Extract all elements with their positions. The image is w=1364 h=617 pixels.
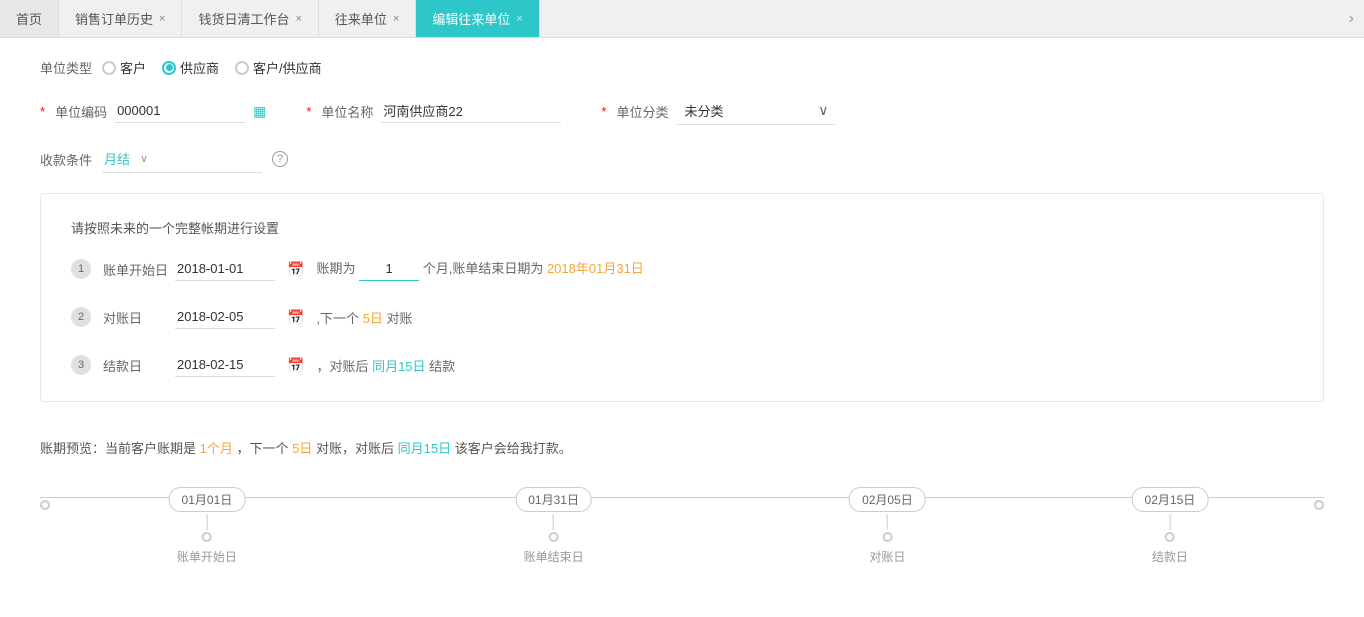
close-icon[interactable]: × [159, 13, 165, 25]
unit-category-label: 单位分类 [616, 102, 668, 121]
unit-type-radio-group: 客户 供应商 客户/供应商 [102, 58, 322, 77]
period-label-2: 对账日 [103, 308, 163, 327]
tab-cash-ledger[interactable]: 钱货日清工作台 × [182, 0, 318, 37]
page-content: 单位类型 客户 供应商 客户/供应商 * 单位编码 ▦ * [0, 38, 1364, 617]
payment-condition-value: 月结 [104, 149, 130, 168]
timeline-badge-4: 02月15日 [1132, 487, 1209, 512]
unit-info-row: * 单位编码 ▦ * 单位名称 * 单位分类 未分类 ∨ [40, 97, 1324, 125]
unit-code-calendar-icon[interactable]: ▦ [253, 103, 266, 120]
calendar-icon-1[interactable]: 📅 [287, 261, 304, 278]
close-icon[interactable]: × [516, 13, 522, 25]
radio-circle-customer [102, 61, 116, 75]
timeline-left-dot [40, 500, 50, 510]
unit-category-select[interactable]: 未分类 ∨ [676, 97, 836, 125]
radio-circle-supplier [162, 61, 176, 75]
timeline-dot-1 [202, 532, 212, 542]
unit-type-label: 单位类型 [40, 58, 92, 77]
timeline-sublabel-1: 账单开始日 [177, 548, 237, 565]
timeline-dot-3 [882, 532, 892, 542]
tab-sales-order-history[interactable]: 销售订单历史 × [59, 0, 182, 37]
period-reconcile-date-input[interactable] [175, 305, 275, 329]
timeline-dot-4 [1165, 532, 1175, 542]
timeline-right-dot [1314, 500, 1324, 510]
preview-months-highlight: 1个月 [200, 441, 233, 456]
unit-code-group: * 单位编码 ▦ [40, 99, 266, 123]
radio-label-supplier: 供应商 [180, 58, 219, 77]
unit-name-group: * 单位名称 [306, 99, 561, 123]
period-row-num-2: 2 [71, 307, 91, 327]
help-icon[interactable]: ? [272, 151, 288, 167]
unit-name-input[interactable] [381, 99, 561, 123]
period-start-date-input[interactable] [175, 257, 275, 281]
period-row-3: 3 结款日 📅 ，对账后 同月15日 结款 [71, 353, 1293, 377]
period-row-1: 1 账单开始日 📅 账期为 个月,账单结束日期为 2018年01月31日 [71, 257, 1293, 281]
radio-label-customer: 客户 [120, 58, 146, 77]
period-reconcile-day-highlight: 5日 [363, 311, 383, 326]
timeline-sublabel-4: 结款日 [1152, 548, 1188, 565]
unit-name-label: 单位名称 [321, 102, 373, 121]
radio-label-both: 客户/供应商 [253, 58, 322, 77]
unit-category-group: * 单位分类 未分类 ∨ [601, 97, 836, 125]
payment-condition-label: 收款条件 [40, 150, 92, 169]
chevron-down-icon: ∨ [140, 152, 148, 165]
close-icon[interactable]: × [295, 13, 301, 25]
preview-day1-highlight: 5日 [292, 441, 312, 456]
unit-code-input[interactable] [115, 99, 245, 123]
payment-condition-row: 收款条件 月结 ∨ ? [40, 145, 1324, 173]
tab-bar: 首页 销售订单历史 × 钱货日清工作台 × 往来单位 × 编辑往来单位 × › [0, 0, 1364, 38]
tab-counterpart[interactable]: 往来单位 × [319, 0, 416, 37]
period-desc-3: ，对账后 同月15日 结款 [316, 356, 455, 375]
preview-day2-highlight: 同月15日 [398, 441, 451, 456]
timeline-sublabel-2: 账单结束日 [524, 548, 584, 565]
timeline-point-4: 02月15日 结款日 [1132, 487, 1209, 565]
period-label-1: 账单开始日 [103, 260, 163, 279]
radio-circle-both [235, 61, 249, 75]
tab-more-button[interactable]: › [1339, 0, 1364, 37]
period-label-3: 结款日 [103, 356, 163, 375]
radio-customer[interactable]: 客户 [102, 58, 146, 77]
timeline-badge-2: 01月31日 [515, 487, 592, 512]
tab-home[interactable]: 首页 [0, 0, 59, 37]
timeline-points: 01月01日 账单开始日 01月31日 账单结束日 02月05日 对账日 [40, 487, 1324, 567]
period-row-num-3: 3 [71, 355, 91, 375]
timeline-point-1: 01月01日 账单开始日 [169, 487, 246, 565]
preview-text: 账期预览：当前客户账期是 1个月 ，下一个 5日 对账，对账后 同月15日 该客… [40, 422, 1324, 477]
tab-edit-counterpart[interactable]: 编辑往来单位 × [416, 0, 539, 37]
period-card: 请按照未来的一个完整帐期进行设置 1 账单开始日 📅 账期为 个月,账单结束日期… [40, 193, 1324, 402]
timeline-sublabel-3: 对账日 [869, 548, 905, 565]
period-end-date-highlight: 2018年01月31日 [547, 261, 644, 276]
period-desc-1: 账期为 个月,账单结束日期为 2018年01月31日 [316, 257, 643, 281]
unit-code-label: 单位编码 [55, 102, 107, 121]
timeline-badge-3: 02月05日 [849, 487, 926, 512]
unit-category-value: 未分类 [684, 101, 723, 120]
period-payment-day-highlight: 同月15日 [372, 359, 425, 374]
period-card-title: 请按照未来的一个完整帐期进行设置 [71, 218, 1293, 237]
period-months-input[interactable] [359, 257, 419, 281]
period-row-2: 2 对账日 📅 ,下一个 5日 对账 [71, 305, 1293, 329]
period-payment-date-input[interactable] [175, 353, 275, 377]
close-icon[interactable]: × [393, 13, 399, 25]
timeline-dot-2 [549, 532, 559, 542]
timeline-point-3: 02月05日 对账日 [849, 487, 926, 565]
timeline-badge-1: 01月01日 [169, 487, 246, 512]
unit-type-row: 单位类型 客户 供应商 客户/供应商 [40, 58, 1324, 77]
radio-both[interactable]: 客户/供应商 [235, 58, 322, 77]
calendar-icon-3[interactable]: 📅 [287, 357, 304, 374]
chevron-down-icon: ∨ [818, 102, 828, 119]
period-row-num-1: 1 [71, 259, 91, 279]
calendar-icon-2[interactable]: 📅 [287, 309, 304, 326]
radio-supplier[interactable]: 供应商 [162, 58, 219, 77]
timeline-point-2: 01月31日 账单结束日 [515, 487, 592, 565]
payment-condition-select[interactable]: 月结 ∨ [102, 145, 262, 173]
period-desc-2: ,下一个 5日 对账 [316, 308, 412, 327]
timeline: 01月01日 账单开始日 01月31日 账单结束日 02月05日 对账日 [40, 477, 1324, 597]
